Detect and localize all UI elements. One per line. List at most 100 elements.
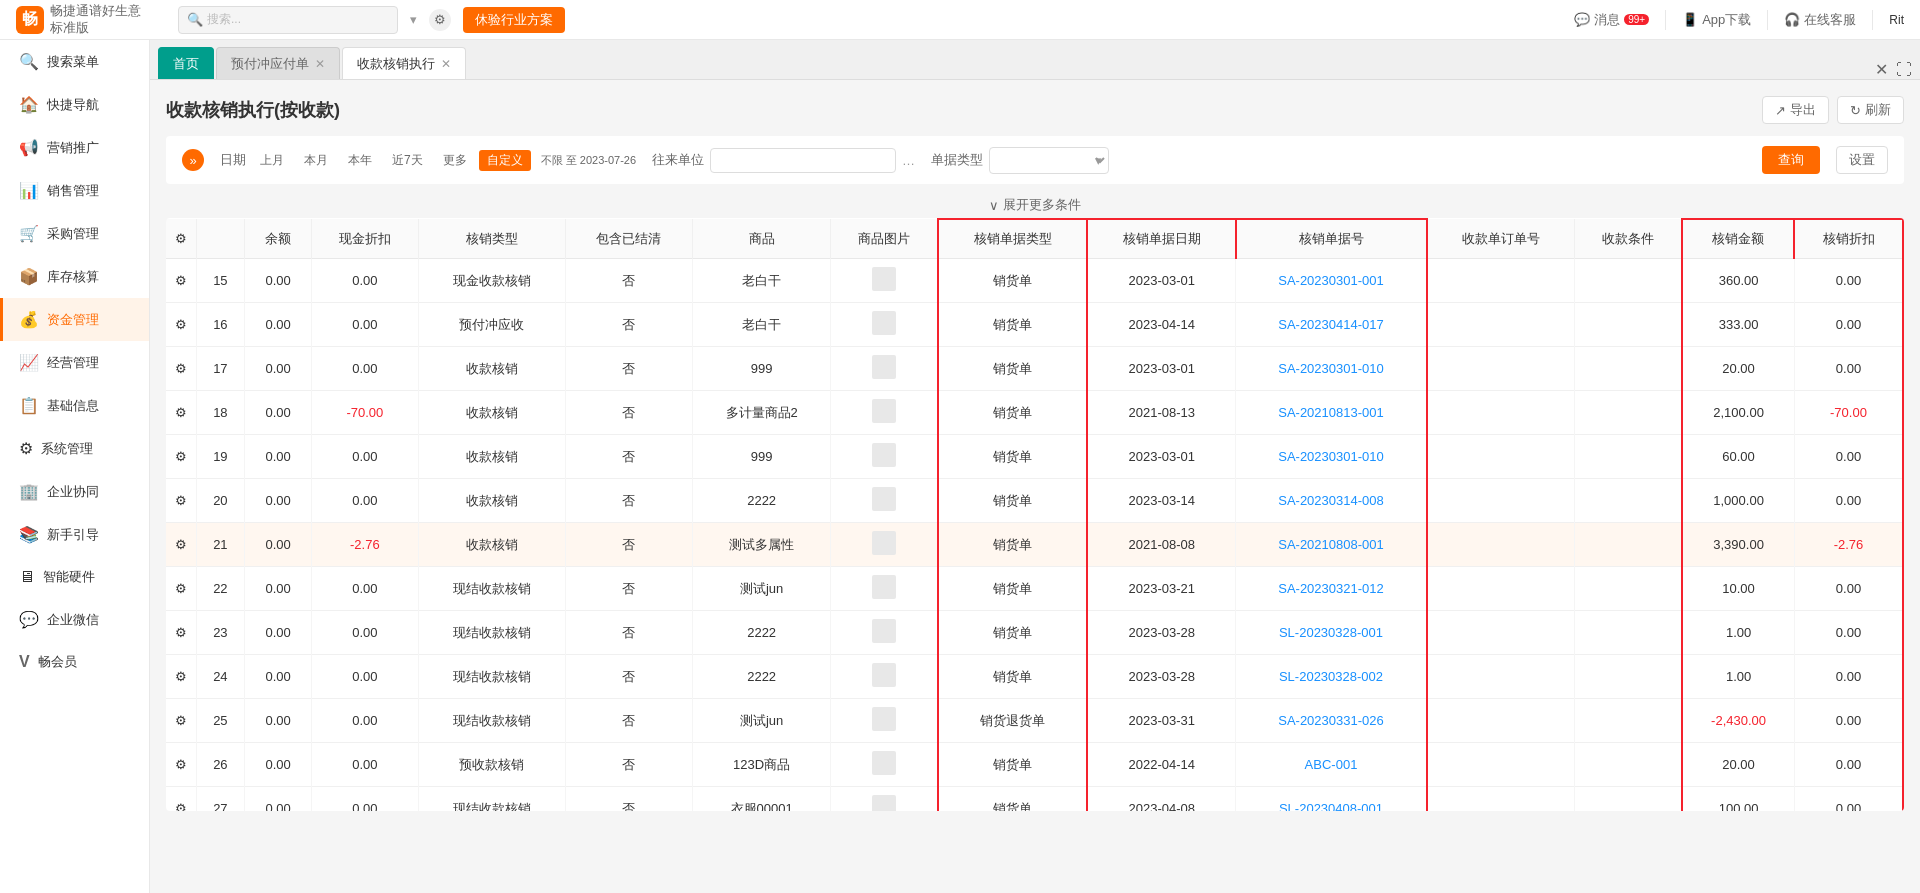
cell-receipt-order [1427,435,1575,479]
partner-input[interactable] [710,148,896,173]
logo-icon: 畅 [16,6,44,34]
cell-doc-no[interactable]: ABC-001 [1236,743,1427,787]
online-service-btn[interactable]: 🎧 在线客服 [1784,11,1856,29]
cell-doc-no[interactable]: SA-20230414-017 [1236,303,1427,347]
th-doc-date: 核销单据日期 [1087,219,1236,259]
sidebar-item-purchase[interactable]: 🛒 采购管理 [0,212,149,255]
custom-option[interactable]: 自定义 [479,150,531,171]
settings-button[interactable]: 设置 [1836,146,1888,174]
cell-cash-discount: -70.00 [311,391,418,435]
cell-writeoff-type: 收款核销 [418,523,565,567]
cell-receipt-order [1427,347,1575,391]
cell-doc-no[interactable]: SA-20230301-010 [1236,347,1427,391]
cell-settings[interactable]: ⚙ [166,391,196,435]
close-window-btn[interactable]: ✕ [1875,60,1888,79]
expand-more-conditions[interactable]: ∨ 展开更多条件 [166,192,1904,218]
sidebar-item-search[interactable]: 🔍 搜索菜单 [0,40,149,83]
gear-button[interactable]: ⚙ [429,9,451,31]
cell-doc-no[interactable]: SL-20230408-001 [1236,787,1427,812]
cell-balance: 0.00 [245,259,312,303]
expand-icon: » [189,153,196,168]
tab-home[interactable]: 首页 [158,47,214,79]
messages-btn[interactable]: 💬 消息 99+ [1574,11,1649,29]
cell-include-settled: 否 [565,479,692,523]
sidebar-item-inventory[interactable]: 📦 库存核算 [0,255,149,298]
sidebar-item-quicknav[interactable]: 🏠 快捷导航 [0,83,149,126]
tab-receipt-writeoff[interactable]: 收款核销执行 ✕ [342,47,466,79]
cell-goods-img [831,479,939,523]
last-7days-option[interactable]: 近7天 [384,150,431,171]
cell-writeoff-type: 收款核销 [418,435,565,479]
cell-doc-no[interactable]: SA-20230331-026 [1236,699,1427,743]
cell-doc-no[interactable]: SL-20230328-002 [1236,655,1427,699]
sidebar-item-basic-info[interactable]: 📋 基础信息 [0,384,149,427]
solution-button[interactable]: 休验行业方案 [463,7,565,33]
sidebar-item-system[interactable]: ⚙ 系统管理 [0,427,149,470]
cell-include-settled: 否 [565,787,692,812]
cell-settings[interactable]: ⚙ [166,303,196,347]
cell-doc-no[interactable]: SA-20230314-008 [1236,479,1427,523]
top-search[interactable]: 🔍 搜索... [178,6,398,34]
sidebar-item-label: 企业微信 [47,611,99,629]
cell-doc-no[interactable]: SA-20210813-001 [1236,391,1427,435]
cell-settings[interactable]: ⚙ [166,611,196,655]
cell-goods: 测试jun [693,567,831,611]
sidebar-item-finance[interactable]: 💰 资金管理 [0,298,149,341]
cell-include-settled: 否 [565,743,692,787]
filter-expand-button[interactable]: » [182,149,204,171]
cell-goods: 999 [693,435,831,479]
th-cash-discount: 现金折扣 [311,219,418,259]
query-button[interactable]: 查询 [1762,146,1820,174]
refresh-button[interactable]: ↻ 刷新 [1837,96,1904,124]
cell-settings[interactable]: ⚙ [166,435,196,479]
sidebar-item-vip[interactable]: V 畅会员 [0,641,149,683]
this-month-option[interactable]: 本月 [296,150,336,171]
cell-doc-no[interactable]: SL-20230328-001 [1236,611,1427,655]
prepay-tab-close[interactable]: ✕ [315,57,325,71]
dropdown-arrow[interactable]: ▾ [410,12,417,27]
sidebar-item-wechat[interactable]: 💬 企业微信 [0,598,149,641]
cell-settings[interactable]: ⚙ [166,259,196,303]
sidebar-item-marketing[interactable]: 📢 营销推广 [0,126,149,169]
sidebar-item-smart-hw[interactable]: 🖥 智能硬件 [0,556,149,598]
cell-cash-discount: 0.00 [311,303,418,347]
message-icon: 💬 [1574,12,1590,27]
cell-cash-discount: 0.00 [311,787,418,812]
maximize-window-btn[interactable]: ⛶ [1896,61,1912,79]
cell-settings[interactable]: ⚙ [166,347,196,391]
cell-settings[interactable]: ⚙ [166,479,196,523]
receipt-tab-close[interactable]: ✕ [441,57,451,71]
sidebar-item-beginner[interactable]: 📚 新手引导 [0,513,149,556]
cell-doc-no[interactable]: SA-20230301-010 [1236,435,1427,479]
cell-receipt-cond [1575,743,1683,787]
cell-doc-no[interactable]: SA-20230321-012 [1236,567,1427,611]
cell-balance: 0.00 [245,479,312,523]
cell-cash-discount: 0.00 [311,435,418,479]
cell-settings[interactable]: ⚙ [166,655,196,699]
sidebar-item-sales[interactable]: 📊 销售管理 [0,169,149,212]
sidebar-item-operations[interactable]: 📈 经营管理 [0,341,149,384]
last-month-option[interactable]: 上月 [252,150,292,171]
export-button[interactable]: ↗ 导出 [1762,96,1829,124]
cell-row-num: 19 [196,435,245,479]
sidebar-item-collab[interactable]: 🏢 企业协同 [0,470,149,513]
cell-balance: 0.00 [245,655,312,699]
this-year-option[interactable]: 本年 [340,150,380,171]
cell-settings[interactable]: ⚙ [166,787,196,812]
table-header-row: ⚙ 余额 现金折扣 核销类型 包含已结清 商品 商品图片 核销单据类型 核销单据… [166,219,1903,259]
cell-doc-no[interactable]: SA-20210808-001 [1236,523,1427,567]
tab-prepay[interactable]: 预付冲应付单 ✕ [216,47,340,79]
cell-settings[interactable]: ⚙ [166,567,196,611]
table-row: ⚙ 15 0.00 0.00 现金收款核销 否 老白干 销货单 2023-03-… [166,259,1903,303]
cell-receipt-cond [1575,611,1683,655]
app-download-btn[interactable]: 📱 App下载 [1682,11,1751,29]
th-settings[interactable]: ⚙ [166,219,196,259]
cell-writeoff-type: 收款核销 [418,391,565,435]
cell-settings[interactable]: ⚙ [166,743,196,787]
cell-settings[interactable]: ⚙ [166,523,196,567]
page-header: 收款核销执行(按收款) ↗ 导出 ↻ 刷新 [166,96,1904,124]
doctype-select[interactable] [989,147,1109,174]
more-option[interactable]: 更多 [435,150,475,171]
cell-doc-no[interactable]: SA-20230301-001 [1236,259,1427,303]
cell-settings[interactable]: ⚙ [166,699,196,743]
